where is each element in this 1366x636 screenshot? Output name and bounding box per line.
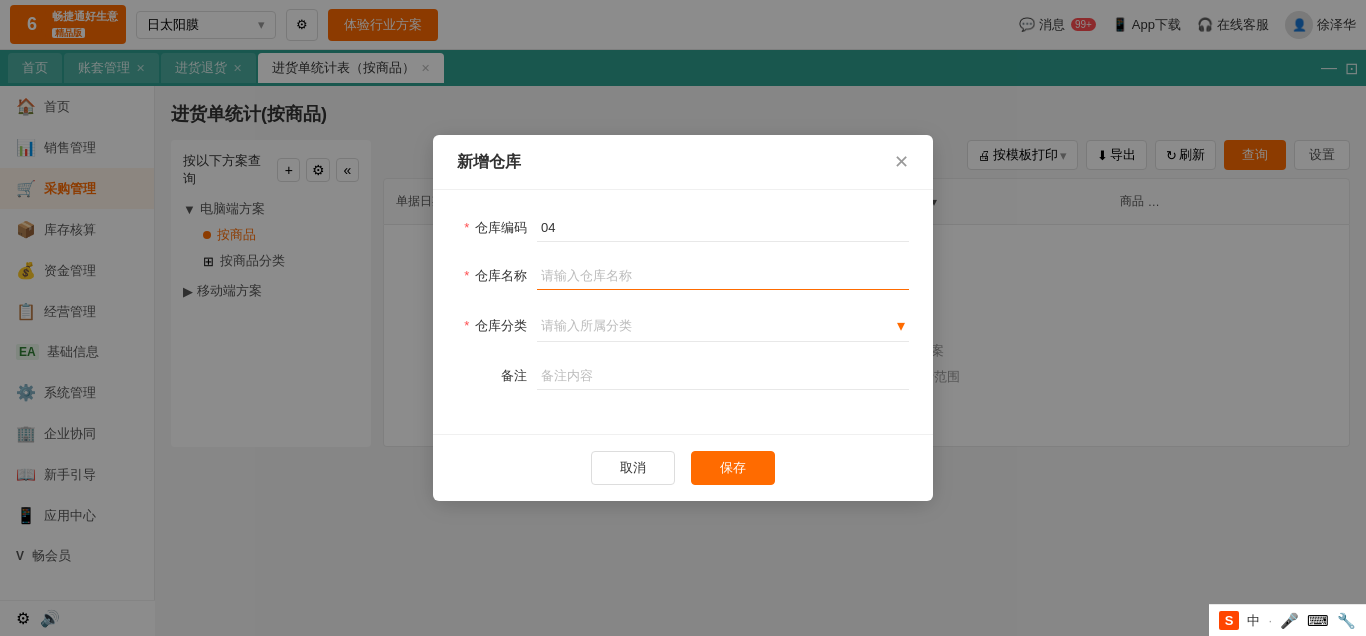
required-star-code: * [464, 220, 469, 235]
modal-header: 新增仓库 ✕ [433, 135, 933, 190]
form-row-category: * 仓库分类 请输入所属分类 ▾ [457, 310, 909, 342]
note-input[interactable] [537, 362, 909, 390]
add-warehouse-modal: 新增仓库 ✕ * 仓库编码 * 仓库名称 [433, 135, 933, 501]
tool-icon[interactable]: 🔧 [1337, 612, 1356, 630]
status-bar: S 中 · 🎤 ⌨ 🔧 [1209, 604, 1366, 636]
code-input[interactable] [537, 214, 909, 242]
name-label: * 仓库名称 [457, 267, 527, 285]
code-label: * 仓库编码 [457, 219, 527, 237]
category-label: * 仓库分类 [457, 317, 527, 335]
keyboard-icon[interactable]: ⌨ [1307, 612, 1329, 630]
cancel-button[interactable]: 取消 [591, 451, 675, 485]
modal-body: * 仓库编码 * 仓库名称 * 仓库分类 请输入 [433, 190, 933, 434]
modal-close-btn[interactable]: ✕ [894, 151, 909, 173]
category-select[interactable]: 请输入所属分类 ▾ [537, 310, 909, 342]
category-placeholder: 请输入所属分类 [541, 317, 632, 335]
form-row-name: * 仓库名称 [457, 262, 909, 290]
name-input[interactable] [537, 262, 909, 290]
mic-icon[interactable]: 🎤 [1280, 612, 1299, 630]
modal-footer: 取消 保存 [433, 434, 933, 501]
dot-icon: · [1268, 613, 1272, 628]
form-row-note: 备注 [457, 362, 909, 390]
s-logo-icon: S [1219, 611, 1240, 630]
category-dropdown-icon: ▾ [897, 316, 905, 335]
save-button[interactable]: 保存 [691, 451, 775, 485]
note-label: 备注 [457, 367, 527, 385]
modal-title: 新增仓库 [457, 152, 521, 173]
form-row-code: * 仓库编码 [457, 214, 909, 242]
cn-input-icon[interactable]: 中 [1247, 612, 1260, 630]
required-star-name: * [464, 268, 469, 283]
required-star-category: * [464, 318, 469, 333]
modal-overlay: 新增仓库 ✕ * 仓库编码 * 仓库名称 [0, 0, 1366, 636]
